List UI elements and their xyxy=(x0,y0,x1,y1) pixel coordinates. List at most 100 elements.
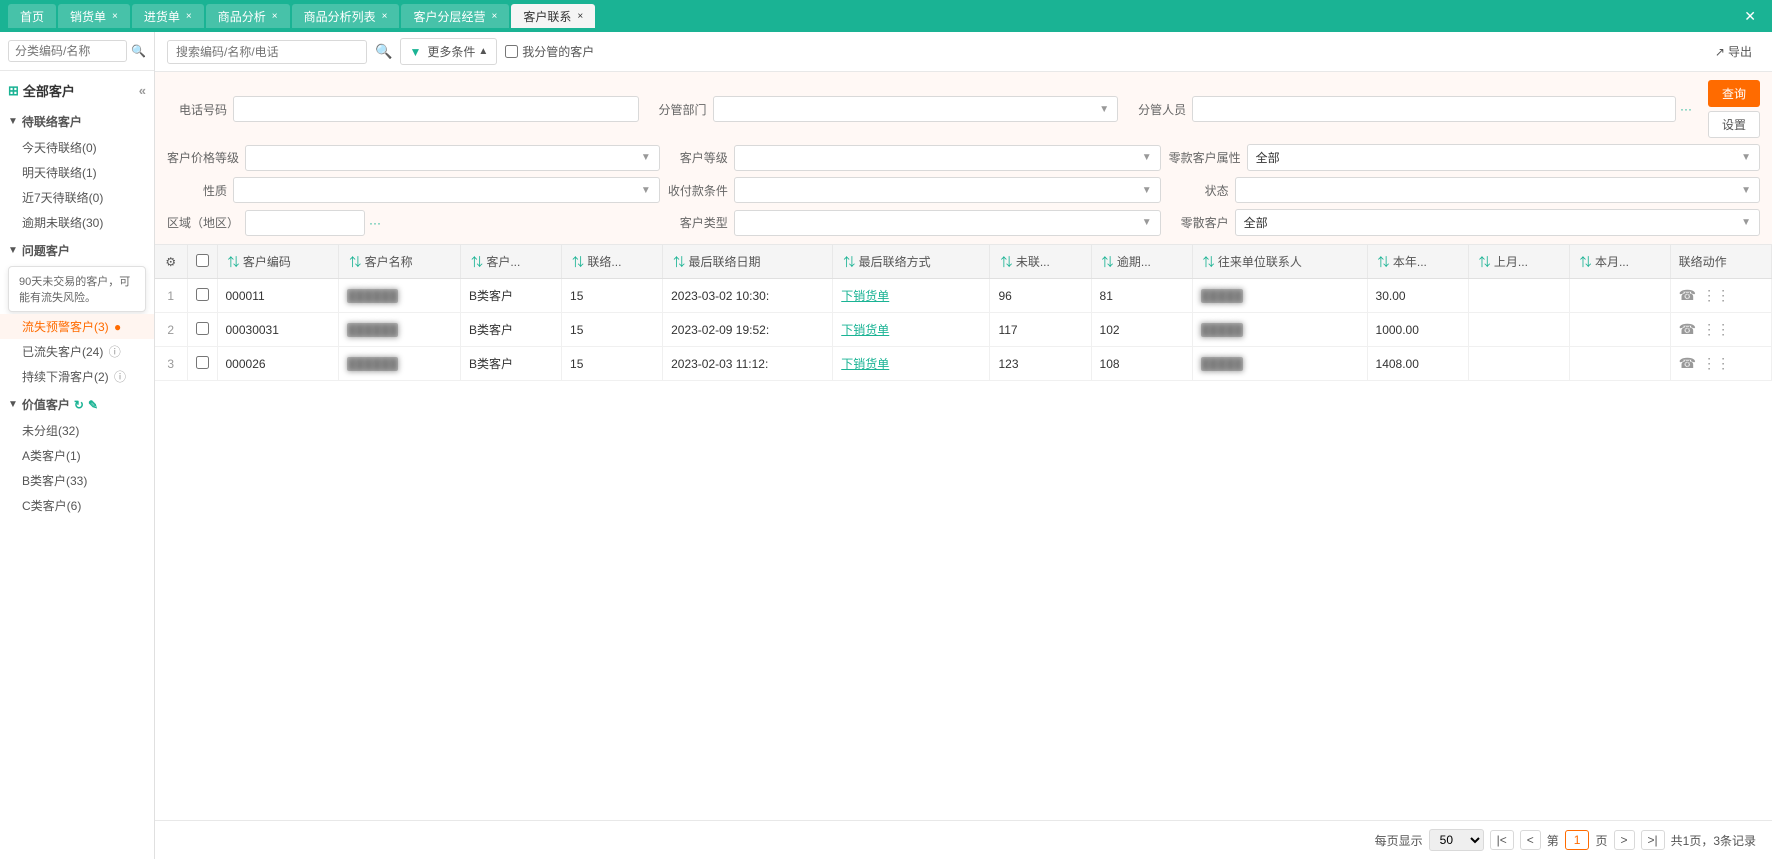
col-code[interactable]: ⇅ 客户编码 xyxy=(217,245,339,279)
row-cust-type-2: B类客户 xyxy=(461,313,562,347)
col-last-month[interactable]: ⇅ 上月... xyxy=(1468,245,1569,279)
sidebar-item-churned[interactable]: 已流失客户(24) ⓘ xyxy=(0,339,154,364)
tab-customer-layer[interactable]: 客户分层经营 × xyxy=(401,4,509,28)
more-icon-3[interactable]: ⋮⋮ xyxy=(1702,355,1730,372)
row-num-2: 2 xyxy=(155,313,187,347)
person-input[interactable] xyxy=(1192,96,1676,122)
sidebar-item-overdue-pending[interactable]: 逾期未联络(30) xyxy=(0,210,154,235)
tab-purchase[interactable]: 进货单 × xyxy=(132,4,204,28)
sidebar-search-input[interactable] xyxy=(8,40,127,62)
col-contact-num[interactable]: ⇅ 联络... xyxy=(562,245,663,279)
row-last-method-1[interactable]: 下销货单 xyxy=(833,279,990,313)
prev-page-btn[interactable]: < xyxy=(1520,830,1541,850)
tree-group-pending-title[interactable]: ▼ 待联络客户 xyxy=(0,108,154,135)
cust-level-select[interactable]: ▼ xyxy=(734,145,1161,171)
status-select[interactable]: ▼ xyxy=(1235,177,1760,203)
more-icon-2[interactable]: ⋮⋮ xyxy=(1702,321,1730,338)
tab-analysis[interactable]: 商品分析 × xyxy=(206,4,290,28)
query-button[interactable]: 查询 xyxy=(1708,80,1760,107)
window-close-icon[interactable]: ✕ xyxy=(1736,8,1764,25)
my-customers-checkbox[interactable] xyxy=(505,45,518,58)
close-tab-analysis[interactable]: × xyxy=(272,11,278,22)
tab-sales[interactable]: 销货单 × xyxy=(58,4,130,28)
row-this-year-3: 1408.00 xyxy=(1367,347,1468,381)
sidebar-item-declining[interactable]: 持续下滑客户(2) ⓘ xyxy=(0,364,154,389)
price-level-select[interactable]: ▼ xyxy=(245,145,660,171)
settings-button[interactable]: 设置 xyxy=(1708,111,1760,138)
region-input[interactable] xyxy=(245,210,365,236)
next-page-btn[interactable]: > xyxy=(1614,830,1635,850)
tree-group-pending: ▼ 待联络客户 今天待联络(0) 明天待联络(1) 近7天待联络(0) 逾期未联… xyxy=(0,108,154,235)
row-overdue-3: 108 xyxy=(1091,347,1192,381)
close-tab-customer-contact[interactable]: × xyxy=(577,11,583,22)
edit-icon[interactable]: ✎ xyxy=(88,398,98,412)
more-icon-1[interactable]: ⋮⋮ xyxy=(1702,287,1730,304)
last-page-btn[interactable]: >| xyxy=(1641,830,1665,850)
filter-search-input[interactable] xyxy=(167,40,367,64)
dept-select[interactable]: ▼ xyxy=(713,96,1119,122)
col-overdue[interactable]: ⇅ 逾期... xyxy=(1091,245,1192,279)
tab-customer-contact[interactable]: 客户联系 × xyxy=(511,4,595,28)
first-page-btn[interactable]: |< xyxy=(1490,830,1514,850)
col-checkbox[interactable] xyxy=(187,245,217,279)
close-tab-sales[interactable]: × xyxy=(112,11,118,22)
cust-type-select[interactable]: ▼ xyxy=(734,210,1161,236)
col-settings[interactable]: ⚙ xyxy=(155,245,187,279)
zero-attr-select[interactable]: 全部 ▼ xyxy=(1247,144,1760,171)
tree-group-value-title[interactable]: ▼ 价值客户 ↻ ✎ xyxy=(0,391,154,418)
sidebar-item-churn-warning[interactable]: 流失预警客户(3) ● xyxy=(0,314,154,339)
row-last-month-2 xyxy=(1468,313,1569,347)
refresh-icon[interactable]: ↻ xyxy=(74,398,84,412)
col-cust-type[interactable]: ⇅ 客户... xyxy=(461,245,562,279)
col-name[interactable]: ⇅ 客户名称 xyxy=(339,245,461,279)
contact-icon-1[interactable]: ☎ xyxy=(1679,287,1696,304)
row-last-method-2[interactable]: 下销货单 xyxy=(833,313,990,347)
sidebar-item-class-a[interactable]: A类客户(1) xyxy=(0,443,154,468)
export-btn[interactable]: ↗ 导出 xyxy=(1707,39,1760,64)
tab-home[interactable]: 首页 xyxy=(8,4,56,28)
sidebar-item-today-pending[interactable]: 今天待联络(0) xyxy=(0,135,154,160)
row-last-method-3[interactable]: 下销货单 xyxy=(833,347,990,381)
tree-group-problem-title[interactable]: ▼ 问题客户 xyxy=(0,237,154,264)
tab-analysis-list[interactable]: 商品分析列表 × xyxy=(292,4,400,28)
contact-icon-3[interactable]: ☎ xyxy=(1679,355,1696,372)
region-more-icon[interactable]: ··· xyxy=(369,216,381,230)
contact-icon-2[interactable]: ☎ xyxy=(1679,321,1696,338)
per-page-select[interactable]: 50 100 xyxy=(1429,829,1484,851)
col-unit-contact[interactable]: ⇅ 往来单位联系人 xyxy=(1192,245,1367,279)
row-checkbox-1[interactable] xyxy=(187,279,217,313)
settings-icon[interactable]: ⚙ xyxy=(165,255,176,269)
sidebar-item-class-c[interactable]: C类客户(6) xyxy=(0,493,154,518)
row-checkbox-2[interactable] xyxy=(187,313,217,347)
tree-group-problem: ▼ 问题客户 90天未交易的客户，可能有流失风险。 流失预警客户(3) ● 已流… xyxy=(0,237,154,389)
row-this-month-2 xyxy=(1569,313,1670,347)
col-last-method[interactable]: ⇅ 最后联络方式 xyxy=(833,245,990,279)
sidebar-search-icon[interactable]: 🔍 xyxy=(131,44,146,58)
col-last-date[interactable]: ⇅ 最后联络日期 xyxy=(663,245,833,279)
sidebar-item-7days-pending[interactable]: 近7天待联络(0) xyxy=(0,185,154,210)
payment-select[interactable]: ▼ xyxy=(734,177,1161,203)
gender-select[interactable]: ▼ xyxy=(233,177,660,203)
sidebar-item-tomorrow-pending[interactable]: 明天待联络(1) xyxy=(0,160,154,185)
my-customers-checkbox-label[interactable]: 我分管的客户 xyxy=(505,43,594,60)
close-tab-customer-layer[interactable]: × xyxy=(491,11,497,22)
close-tab-purchase[interactable]: × xyxy=(186,11,192,22)
filter-search-icon[interactable]: 🔍 xyxy=(375,43,392,60)
col-uncontacted[interactable]: ⇅ 未联... xyxy=(990,245,1091,279)
more-conditions-btn[interactable]: ▼ 更多条件 ▲ xyxy=(400,38,497,65)
col-this-month[interactable]: ⇅ 本月... xyxy=(1569,245,1670,279)
filter-field-payment: 收付款条件 ▼ xyxy=(668,177,1161,203)
col-this-year[interactable]: ⇅ 本年... xyxy=(1367,245,1468,279)
phone-input[interactable] xyxy=(233,96,639,122)
collapse-icon[interactable]: « xyxy=(139,83,146,98)
close-tab-analysis-list[interactable]: × xyxy=(382,11,388,22)
sort-icon-contact-num: ⇅ xyxy=(572,255,584,269)
row-checkbox-3[interactable] xyxy=(187,347,217,381)
sidebar-item-class-b[interactable]: B类客户(33) xyxy=(0,468,154,493)
sidebar-item-ungroup[interactable]: 未分组(32) xyxy=(0,418,154,443)
tree-root-all-customers[interactable]: ⊞ 全部客户 « xyxy=(0,75,154,106)
zero-cust-select[interactable]: 全部 ▼ xyxy=(1235,209,1760,236)
select-all-checkbox[interactable] xyxy=(196,254,209,267)
person-more-icon[interactable]: ··· xyxy=(1680,102,1692,116)
row-last-date-3: 2023-02-03 11:12: xyxy=(663,347,833,381)
